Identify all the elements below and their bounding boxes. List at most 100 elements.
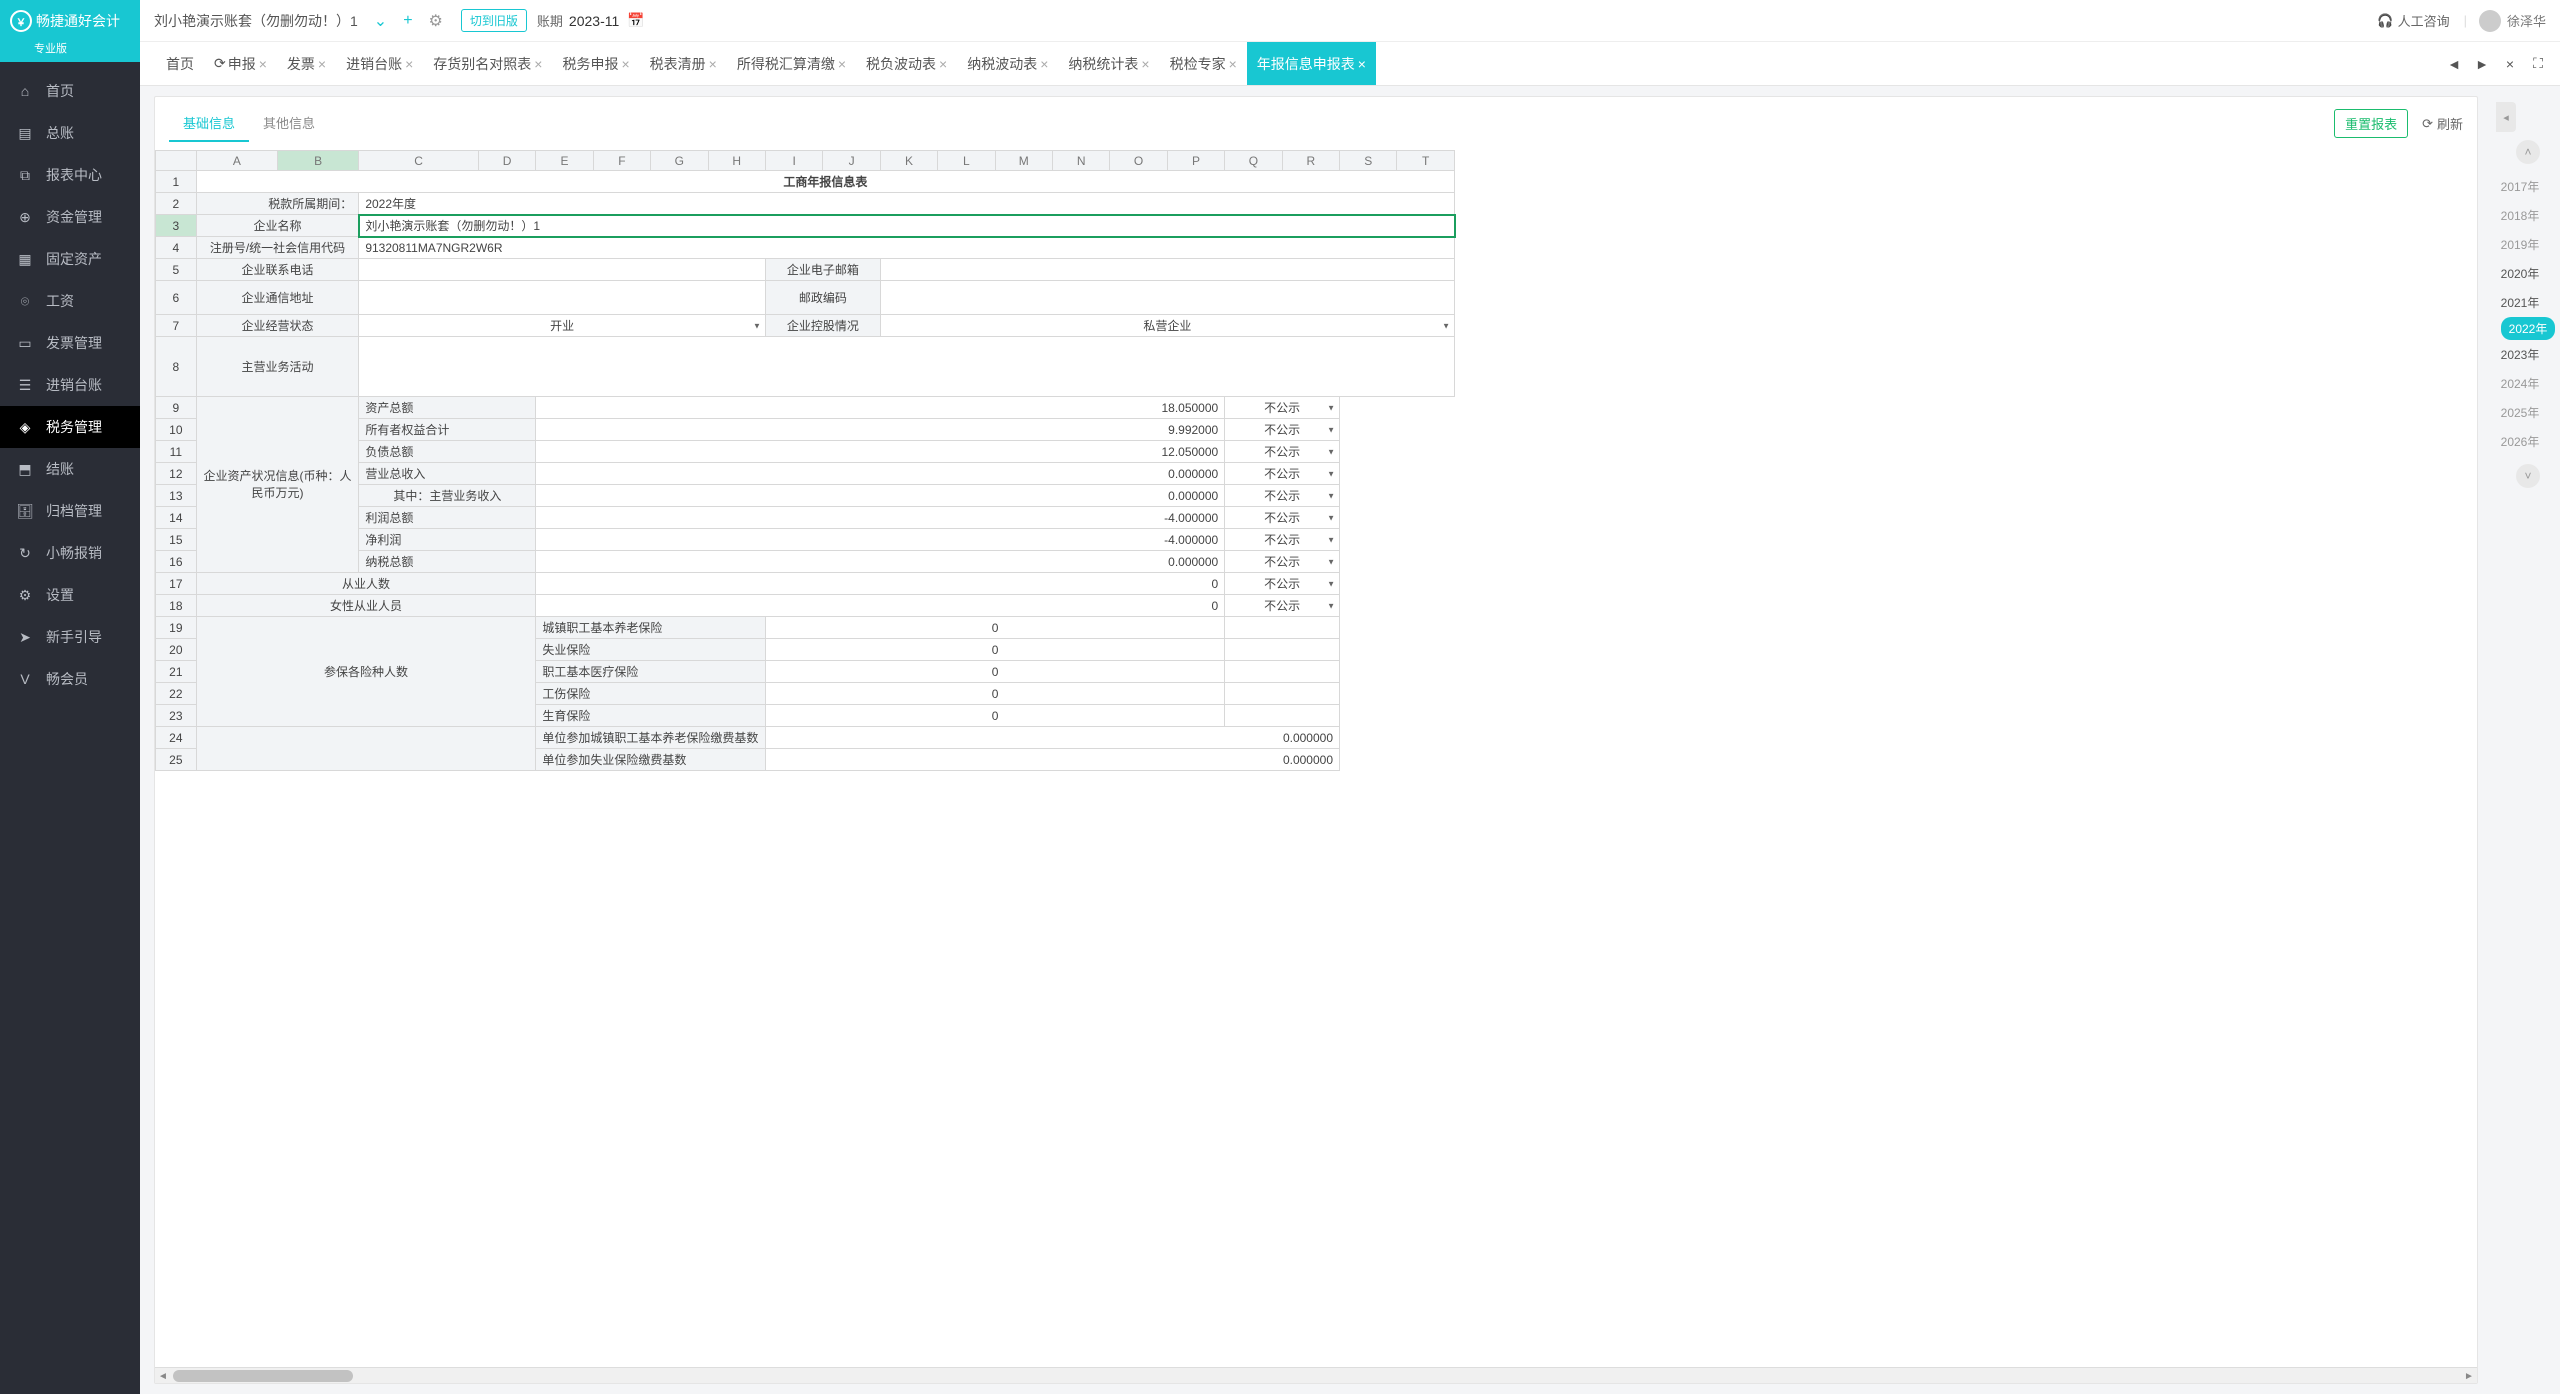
col-header-P[interactable]: P [1167, 151, 1224, 171]
row-header-7[interactable]: 7 [156, 315, 197, 337]
status-select[interactable]: 开业 [359, 315, 766, 337]
sidebar-item-5[interactable]: ⌾工资 [0, 280, 140, 322]
year-down-arrow[interactable]: ˅ [2516, 464, 2540, 488]
col-header-E[interactable]: E [536, 151, 593, 171]
scroll-right-arrow[interactable]: ► [2461, 1368, 2477, 1384]
col-header-G[interactable]: G [651, 151, 708, 171]
row-header-3[interactable]: 3 [156, 215, 197, 237]
year-up-arrow[interactable]: ˄ [2516, 140, 2540, 164]
tab-8[interactable]: 税负波动表× [856, 42, 957, 85]
sidebar-item-8[interactable]: ◈税务管理 [0, 406, 140, 448]
col-header-B[interactable]: B [277, 151, 358, 171]
tab-4[interactable]: 存货别名对照表× [423, 42, 552, 85]
tab-fullscreen[interactable]: ⛶ [2524, 55, 2552, 72]
close-icon[interactable]: × [534, 56, 542, 72]
col-header-H[interactable]: H [708, 151, 765, 171]
row-header-14[interactable]: 14 [156, 507, 197, 529]
sidebar-item-6[interactable]: ▭发票管理 [0, 322, 140, 364]
vertical-scrollbar[interactable] [2478, 96, 2496, 1384]
reset-report-button[interactable]: 重置报表 [2334, 109, 2408, 138]
col-header-Q[interactable]: Q [1225, 151, 1282, 171]
account-selector[interactable]: 刘小艳演示账套（勿删勿动！）1 [154, 11, 358, 31]
rail-collapse-icon[interactable]: ◂ [2496, 102, 2516, 132]
close-icon[interactable]: × [838, 56, 846, 72]
row-header-11[interactable]: 11 [156, 441, 197, 463]
row-header-21[interactable]: 21 [156, 661, 197, 683]
col-header-C[interactable]: C [359, 151, 479, 171]
company-name-cell[interactable]: 刘小艳演示账套（勿删勿动！）1 [359, 215, 1455, 237]
year-2021年[interactable]: 2021年 [2501, 288, 2556, 317]
col-header-K[interactable]: K [880, 151, 937, 171]
row-header-10[interactable]: 10 [156, 419, 197, 441]
sidebar-item-10[interactable]: 🗄归档管理 [0, 490, 140, 532]
gear-icon[interactable]: ⚙ [429, 11, 443, 31]
close-icon[interactable]: × [1229, 56, 1237, 72]
row-header-15[interactable]: 15 [156, 529, 197, 551]
row-header-24[interactable]: 24 [156, 727, 197, 749]
row-header-4[interactable]: 4 [156, 237, 197, 259]
tab-3[interactable]: 进销台账× [336, 42, 423, 85]
col-header-T[interactable]: T [1397, 151, 1455, 171]
col-header-N[interactable]: N [1052, 151, 1109, 171]
tab-10[interactable]: 纳税统计表× [1058, 42, 1159, 85]
col-header-L[interactable]: L [938, 151, 995, 171]
year-2022年[interactable]: 2022年 [2501, 317, 2556, 340]
tab-2[interactable]: 发票× [277, 42, 336, 85]
col-header-I[interactable]: I [765, 151, 822, 171]
row-header-5[interactable]: 5 [156, 259, 197, 281]
period-value[interactable]: 2023-11 [569, 13, 619, 29]
row-header-12[interactable]: 12 [156, 463, 197, 485]
close-icon[interactable]: × [1141, 56, 1149, 72]
close-icon[interactable]: × [939, 56, 947, 72]
year-2020年[interactable]: 2020年 [2501, 259, 2556, 288]
year-2023年[interactable]: 2023年 [2501, 340, 2556, 369]
row-header-18[interactable]: 18 [156, 595, 197, 617]
row-header-9[interactable]: 9 [156, 397, 197, 419]
old-version-button[interactable]: 切到旧版 [461, 9, 527, 32]
row-header-22[interactable]: 22 [156, 683, 197, 705]
chevron-down-icon[interactable]: ⌄ [374, 11, 387, 31]
sidebar-item-12[interactable]: ⚙设置 [0, 574, 140, 616]
tab-next[interactable]: ► [2468, 56, 2496, 72]
col-header-F[interactable]: F [593, 151, 650, 171]
row-header-2[interactable]: 2 [156, 193, 197, 215]
close-icon[interactable]: × [621, 56, 629, 72]
close-icon[interactable]: × [709, 56, 717, 72]
tab-9[interactable]: 纳税波动表× [957, 42, 1058, 85]
row-header-19[interactable]: 19 [156, 617, 197, 639]
sidebar-item-7[interactable]: ☰进销台账 [0, 364, 140, 406]
sidebar-item-14[interactable]: V畅会员 [0, 658, 140, 700]
calendar-icon[interactable]: 📅 [627, 12, 644, 29]
user-menu[interactable]: 徐泽华 [2479, 10, 2546, 32]
tab-7[interactable]: 所得税汇算清缴× [727, 42, 856, 85]
sidebar-item-9[interactable]: ⬒结账 [0, 448, 140, 490]
close-icon[interactable]: × [1040, 56, 1048, 72]
sidebar-item-2[interactable]: ⧉报表中心 [0, 154, 140, 196]
close-icon[interactable]: × [259, 56, 267, 72]
tab-5[interactable]: 税务申报× [552, 42, 639, 85]
plus-icon[interactable]: + [403, 12, 412, 30]
tab-6[interactable]: 税表清册× [640, 42, 727, 85]
row-header-13[interactable]: 13 [156, 485, 197, 507]
sidebar-item-3[interactable]: ⊕资金管理 [0, 196, 140, 238]
tab-1[interactable]: ⟳申报× [204, 42, 277, 85]
sidebar-item-13[interactable]: ➤新手引导 [0, 616, 140, 658]
sidebar-item-4[interactable]: ▦固定资产 [0, 238, 140, 280]
col-header-M[interactable]: M [995, 151, 1052, 171]
corner-cell[interactable] [156, 151, 197, 171]
row-header-1[interactable]: 1 [156, 171, 197, 193]
col-header-S[interactable]: S [1340, 151, 1397, 171]
sidebar-item-11[interactable]: ↻小畅报销 [0, 532, 140, 574]
tab-close-all[interactable]: × [2496, 56, 2524, 72]
horizontal-scrollbar[interactable]: ◄ ► [155, 1367, 2477, 1383]
row-header-23[interactable]: 23 [156, 705, 197, 727]
row-header-17[interactable]: 17 [156, 573, 197, 595]
col-header-A[interactable]: A [196, 151, 277, 171]
holding-select[interactable]: 私营企业 [880, 315, 1454, 337]
consult-link[interactable]: 🎧 人工咨询 [2377, 11, 2449, 30]
row-header-25[interactable]: 25 [156, 749, 197, 771]
row-header-6[interactable]: 6 [156, 281, 197, 315]
scroll-left-arrow[interactable]: ◄ [155, 1368, 171, 1384]
tab-prev[interactable]: ◄ [2440, 56, 2468, 72]
subtab-0[interactable]: 基础信息 [169, 105, 249, 142]
